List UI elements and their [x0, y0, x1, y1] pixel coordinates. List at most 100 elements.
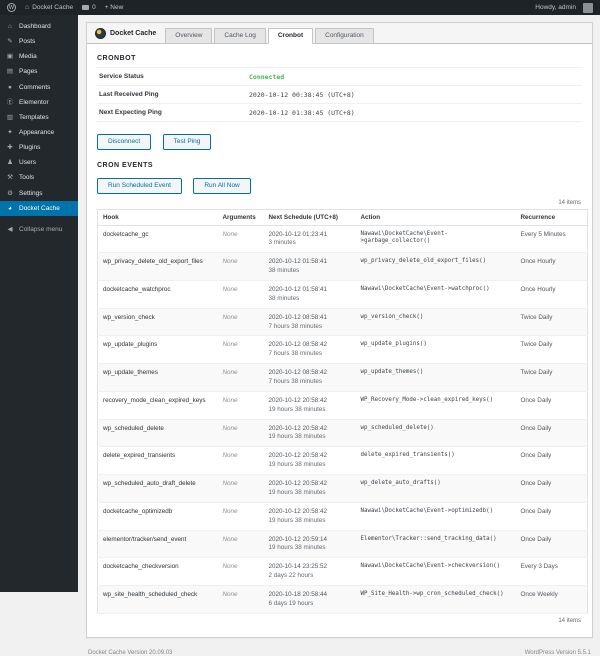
schedule-date: 2020-10-12 01:23:41 — [269, 231, 351, 239]
account-menu[interactable]: Howdy, admin — [535, 3, 593, 13]
schedule-date: 2020-10-12 08:58:42 — [269, 341, 351, 349]
schedule-cell: 2020-10-12 20:59:14 19 hours 38 minutes — [264, 530, 356, 558]
table-row: elementor/tracker/send_event None 2020-1… — [98, 530, 588, 558]
sidebar-item-tools[interactable]: ⚒ Tools — [0, 170, 78, 185]
sidebar-item-elementor[interactable]: Ⓔ Elementor — [0, 95, 78, 110]
sidebar-item-comments[interactable]: ● Comments — [0, 80, 78, 95]
items-count-bottom: 14 items — [98, 618, 581, 624]
sidebar-item-dashboard[interactable]: ⌂ Dashboard — [0, 19, 78, 34]
schedule-relative: 6 days 19 hours — [269, 600, 351, 608]
hook-cell: recovery_mode_clean_expired_keys — [98, 391, 218, 419]
table-row: delete_expired_transients None 2020-10-1… — [98, 447, 588, 475]
sidebar-item-label: Users — [19, 159, 36, 166]
table-row: recovery_mode_clean_expired_keys None 20… — [98, 391, 588, 419]
tab-overview[interactable]: Overview — [165, 28, 212, 45]
schedule-relative: 19 hours 38 minutes — [269, 406, 351, 414]
run-scheduled-event-button[interactable]: Run Scheduled Event — [97, 178, 182, 194]
schedule-cell: 2020-10-12 20:58:42 19 hours 38 minutes — [264, 419, 356, 447]
cron-events-heading: CRON EVENTS — [97, 162, 582, 169]
sidebar-item-label: Appearance — [19, 129, 54, 136]
cron-events-table-body: docketcache_gc None 2020-10-12 01:23:41 … — [98, 225, 588, 613]
schedule-cell: 2020-10-12 08:58:42 7 hours 38 minutes — [264, 364, 356, 392]
run-all-now-button[interactable]: Run All Now — [193, 178, 250, 194]
arguments-cell: None — [218, 475, 264, 503]
action-cell: Nawawi\DocketCache\Event->garbage_collec… — [356, 225, 516, 253]
recurrence-cell: Once Daily — [516, 530, 588, 558]
table-row: wp_scheduled_auto_draft_delete None 2020… — [98, 475, 588, 503]
arguments-cell: None — [218, 585, 264, 613]
arguments-cell: None — [218, 225, 264, 253]
table-header-row: Hook Arguments Next Schedule (UTC+8) Act… — [98, 209, 588, 225]
schedule-cell: 2020-10-12 08:58:42 7 hours 38 minutes — [264, 336, 356, 364]
users-icon: ♟ — [6, 159, 14, 166]
recurrence-cell: Once Hourly — [516, 281, 588, 309]
sidebar-item-pages[interactable]: ▤ Pages — [0, 64, 78, 79]
arguments-cell: None — [218, 530, 264, 558]
tab-bar: Docket Cache Overview Cache Log Cronbot … — [87, 23, 592, 44]
schedule-date: 2020-10-12 20:58:42 — [269, 397, 351, 405]
recurrence-cell: Every 3 Days — [516, 558, 588, 586]
comments-menu[interactable]: 0 — [82, 4, 96, 11]
hook-cell: docketcache_checkversion — [98, 558, 218, 586]
schedule-date: 2020-10-12 01:58:41 — [269, 286, 351, 294]
docket-cache-icon: ◕ — [6, 205, 14, 212]
tab-configuration[interactable]: Configuration — [315, 28, 374, 45]
sidebar-item-label: Elementor — [19, 99, 49, 106]
schedule-cell: 2020-10-12 20:58:42 19 hours 38 minutes — [264, 475, 356, 503]
action-cell: Nawawi\DocketCache\Event->optimizedb() — [356, 502, 516, 530]
hook-column-header: Hook — [98, 209, 218, 225]
items-count-top: 14 items — [98, 200, 581, 206]
disconnect-button[interactable]: Disconnect — [97, 134, 151, 150]
docket-cache-logo — [95, 28, 106, 39]
arguments-cell: None — [218, 419, 264, 447]
sidebar-item-label: Settings — [19, 190, 43, 197]
schedule-relative: 19 hours 38 minutes — [269, 517, 351, 525]
templates-icon: ▥ — [6, 114, 14, 121]
schedule-relative: 7 hours 38 minutes — [269, 350, 351, 358]
schedule-date: 2020-10-12 08:58:42 — [269, 369, 351, 377]
action-cell: WP_Site_Health->wp_cron_scheduled_check(… — [356, 585, 516, 613]
main-content: Docket Cache Overview Cache Log Cronbot … — [78, 15, 600, 592]
recurrence-cell: Every 5 Minutes — [516, 225, 588, 253]
schedule-cell: 2020-10-12 20:58:42 19 hours 38 minutes — [264, 502, 356, 530]
next-ping-value: 2020-10-12 01:38:45 (UTC+8) — [249, 109, 355, 117]
site-name-menu[interactable]: ⌂ Docket Cache — [25, 4, 73, 11]
table-row: wp_version_check None 2020-10-12 08:58:4… — [98, 308, 588, 336]
sidebar-item-label: Media — [19, 53, 37, 60]
sidebar-item-label: Pages — [19, 68, 37, 75]
sidebar-item-plugins[interactable]: ✚ Plugins — [0, 140, 78, 155]
sidebar-item-label: Templates — [19, 114, 49, 121]
wordpress-version-text: WordPress Version 5.5.1 — [525, 650, 591, 656]
sidebar-item-users[interactable]: ♟ Users — [0, 155, 78, 170]
arguments-cell: None — [218, 391, 264, 419]
sidebar-item-docket-cache[interactable]: ◕ Docket Cache — [0, 201, 78, 216]
recurrence-cell: Once Daily — [516, 502, 588, 530]
arguments-cell: None — [218, 281, 264, 309]
new-content-menu[interactable]: + New — [105, 4, 124, 11]
sidebar-item-templates[interactable]: ▥ Templates — [0, 110, 78, 125]
sidebar-item-settings[interactable]: ⚙ Settings — [0, 186, 78, 201]
cronbot-heading: CRONBOT — [97, 55, 582, 62]
schedule-relative: 19 hours 38 minutes — [269, 489, 351, 497]
hook-cell: elementor/tracker/send_event — [98, 530, 218, 558]
recurrence-cell: Twice Daily — [516, 308, 588, 336]
cronbot-page: CRONBOT Service Status Connected Last Re… — [87, 44, 592, 637]
tab-cache-log[interactable]: Cache Log — [214, 28, 265, 45]
comments-bubble-icon — [82, 5, 89, 10]
collapse-menu-button[interactable]: ◀ Collapse menu — [0, 222, 78, 237]
service-status-row: Service Status Connected — [97, 68, 582, 86]
table-row: wp_privacy_delete_old_export_files None … — [98, 253, 588, 281]
sidebar-item-media[interactable]: ▣ Media — [0, 49, 78, 64]
hook-cell: docketcache_gc — [98, 225, 218, 253]
test-ping-button[interactable]: Test Ping — [163, 134, 212, 150]
sidebar-item-posts[interactable]: ✎ Posts — [0, 34, 78, 49]
admin-footer: Docket Cache Version 20.09.03 WordPress … — [86, 650, 593, 656]
cronbot-actions: Disconnect Test Ping — [97, 130, 582, 150]
schedule-cell: 2020-10-18 20:58:44 6 days 19 hours — [264, 585, 356, 613]
action-cell: WP_Recovery_Mode->clean_expired_keys() — [356, 391, 516, 419]
hook-cell: wp_version_check — [98, 308, 218, 336]
sidebar-item-appearance[interactable]: ✦ Appearance — [0, 125, 78, 140]
tab-cronbot[interactable]: Cronbot — [268, 28, 313, 45]
wordpress-logo-menu[interactable]: W — [7, 3, 16, 12]
schedule-relative: 2 days 22 hours — [269, 572, 351, 580]
